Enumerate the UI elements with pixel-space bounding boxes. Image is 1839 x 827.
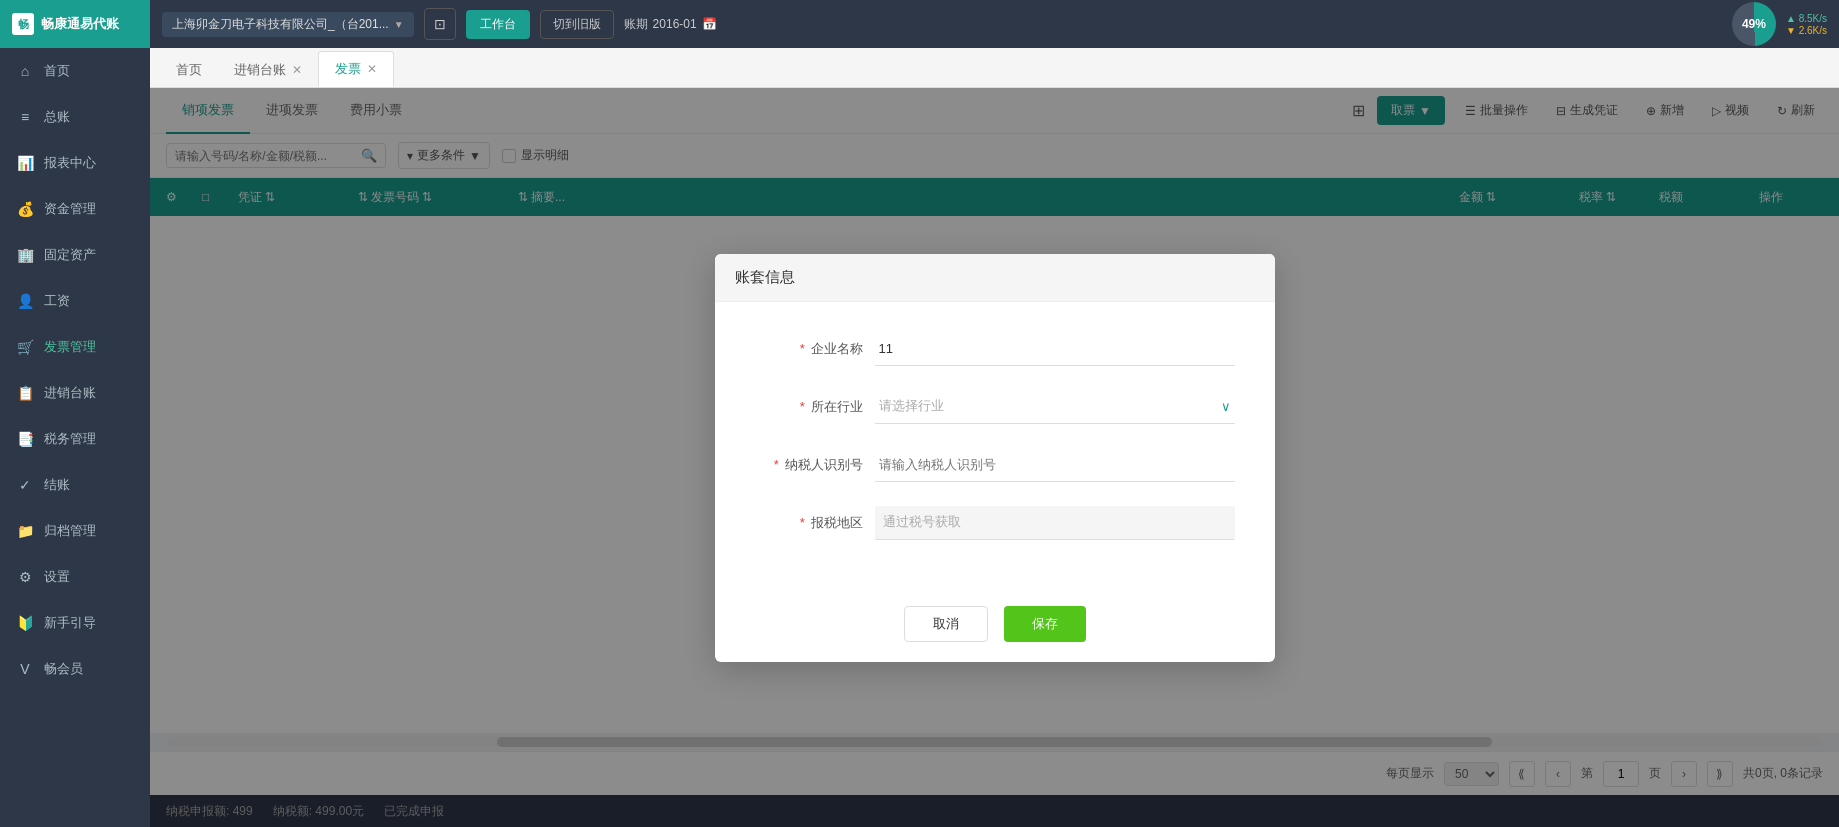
- industry-label: * 所在行业: [755, 398, 875, 416]
- sidebar-item-label: 新手引导: [44, 614, 96, 632]
- sidebar-item-label: 工资: [44, 292, 70, 310]
- sidebar-item-label: 报表中心: [44, 154, 96, 172]
- tab-home-label: 首页: [176, 61, 202, 79]
- sidebar-item-assets[interactable]: 🏢 固定资产: [0, 232, 150, 278]
- company-selector[interactable]: 上海卯金刀电子科技有限公司_（台201... ▼: [162, 12, 414, 37]
- sidebar-item-archive[interactable]: 📁 归档管理: [0, 508, 150, 554]
- tab-close-icon[interactable]: ✕: [292, 63, 302, 77]
- sidebar-nav: ⌂ 首页 ≡ 总账 📊 报表中心 💰 资金管理 🏢 固定资产 👤 工资 🛒 发票…: [0, 48, 150, 827]
- print-icon: ⊡: [434, 16, 446, 32]
- sidebar-item-sales-ledger[interactable]: 📋 进销台账: [0, 370, 150, 416]
- guide-icon: 🔰: [16, 615, 34, 631]
- company-name: 上海卯金刀电子科技有限公司_（台201...: [172, 16, 389, 33]
- tab-invoice[interactable]: 发票 ✕: [318, 51, 394, 87]
- sidebar-item-label: 固定资产: [44, 246, 96, 264]
- industry-select[interactable]: 请选择行业 ∨: [875, 390, 1235, 424]
- content-area: 销项发票 进项发票 费用小票 ⊞ 取票 ▼ ☰ 批量操作 ⊟: [150, 88, 1839, 827]
- sidebar-item-label: 畅会员: [44, 660, 83, 678]
- app-name: 畅康通易代账: [41, 15, 119, 33]
- form-row-tax-region: * 报税地区 通过税号获取: [755, 506, 1235, 540]
- tabs-bar: 首页 进销台账 ✕ 发票 ✕: [150, 48, 1839, 88]
- tax-id-input[interactable]: [875, 448, 1235, 482]
- top-header: 上海卯金刀电子科技有限公司_（台201... ▼ ⊡ 工作台 切到旧版 账期 2…: [150, 0, 1839, 48]
- sales-ledger-icon: 📋: [16, 385, 34, 401]
- sidebar-item-vip[interactable]: V 畅会员: [0, 646, 150, 692]
- tax-region-input: 通过税号获取: [875, 506, 1235, 540]
- home-icon: ⌂: [16, 63, 34, 79]
- modal-footer: 取消 保存: [715, 594, 1275, 662]
- modal-body: * 企业名称 * 所在行业 请选择行业 ∨: [715, 302, 1275, 594]
- close-period-icon: ✓: [16, 477, 34, 493]
- download-speed: ▼ 2.6K/s: [1786, 25, 1827, 36]
- period-value: 2016-01: [653, 17, 697, 31]
- cancel-button[interactable]: 取消: [904, 606, 988, 642]
- invoice-icon: 🛒: [16, 339, 34, 355]
- sidebar-item-label: 发票管理: [44, 338, 96, 356]
- tab-home[interactable]: 首页: [160, 53, 218, 87]
- form-row-company-name: * 企业名称: [755, 332, 1235, 366]
- company-name-label: * 企业名称: [755, 340, 875, 358]
- form-row-tax-id: * 纳税人识别号: [755, 448, 1235, 482]
- industry-placeholder: 请选择行业: [879, 397, 944, 415]
- progress-pct: 49%: [1742, 17, 1766, 31]
- modal-title: 账套信息: [715, 254, 1275, 302]
- tab-close-icon[interactable]: ✕: [367, 62, 377, 76]
- sidebar-item-label: 结账: [44, 476, 70, 494]
- sidebar-item-ledger[interactable]: ≡ 总账: [0, 94, 150, 140]
- settings-icon: ⚙: [16, 569, 34, 585]
- sidebar-item-home[interactable]: ⌂ 首页: [0, 48, 150, 94]
- sidebar-item-label: 首页: [44, 62, 70, 80]
- network-speed: ▲ 8.5K/s ▼ 2.6K/s: [1786, 13, 1827, 36]
- modal-overlay: 账套信息 * 企业名称 * 所在行: [150, 88, 1839, 827]
- progress-circle: 49%: [1732, 2, 1776, 46]
- sidebar-item-payroll[interactable]: 👤 工资: [0, 278, 150, 324]
- tax-icon: 📑: [16, 431, 34, 447]
- sidebar-item-funds[interactable]: 💰 资金管理: [0, 186, 150, 232]
- sidebar-item-guide[interactable]: 🔰 新手引导: [0, 600, 150, 646]
- vip-icon: V: [16, 661, 34, 677]
- tab-sales-label: 进销台账: [234, 61, 286, 79]
- archive-icon: 📁: [16, 523, 34, 539]
- sidebar-item-label: 设置: [44, 568, 70, 586]
- tab-invoice-label: 发票: [335, 60, 361, 78]
- calendar-icon: 📅: [702, 17, 717, 31]
- assets-icon: 🏢: [16, 247, 34, 263]
- app-logo: 畅 畅康通易代账: [0, 0, 150, 48]
- sidebar-item-label: 资金管理: [44, 200, 96, 218]
- workbench-button[interactable]: 工作台: [466, 10, 530, 39]
- sidebar-item-settings[interactable]: ⚙ 设置: [0, 554, 150, 600]
- sidebar-item-label: 税务管理: [44, 430, 96, 448]
- sidebar-item-close[interactable]: ✓ 结账: [0, 462, 150, 508]
- sidebar-item-label: 进销台账: [44, 384, 96, 402]
- print-button[interactable]: ⊡: [424, 8, 456, 40]
- period-display: 账期 2016-01 📅: [624, 16, 717, 33]
- company-name-input[interactable]: [875, 332, 1235, 366]
- sidebar-item-invoice[interactable]: 🛒 发票管理: [0, 324, 150, 370]
- sidebar-item-label: 总账: [44, 108, 70, 126]
- main-area: 上海卯金刀电子科技有限公司_（台201... ▼ ⊡ 工作台 切到旧版 账期 2…: [150, 0, 1839, 827]
- funds-icon: 💰: [16, 201, 34, 217]
- sidebar-item-label: 归档管理: [44, 522, 96, 540]
- period-text: 账期: [624, 16, 648, 33]
- reports-icon: 📊: [16, 155, 34, 171]
- ledger-icon: ≡: [16, 109, 34, 125]
- tax-id-label: * 纳税人识别号: [755, 456, 875, 474]
- tax-region-label: * 报税地区: [755, 514, 875, 532]
- sidebar-item-reports[interactable]: 📊 报表中心: [0, 140, 150, 186]
- company-dropdown-icon: ▼: [394, 19, 404, 30]
- save-button[interactable]: 保存: [1004, 606, 1086, 642]
- sidebar-item-tax[interactable]: 📑 税务管理: [0, 416, 150, 462]
- chevron-down-icon: ∨: [1221, 399, 1231, 414]
- tab-sales-ledger[interactable]: 进销台账 ✕: [218, 53, 318, 87]
- payroll-icon: 👤: [16, 293, 34, 309]
- account-info-modal: 账套信息 * 企业名称 * 所在行: [715, 254, 1275, 662]
- switch-old-version-button[interactable]: 切到旧版: [540, 10, 614, 39]
- upload-speed: ▲ 8.5K/s: [1786, 13, 1827, 24]
- logo-icon: 畅: [12, 13, 34, 35]
- sidebar: 畅 畅康通易代账 ⌂ 首页 ≡ 总账 📊 报表中心 💰 资金管理 🏢 固定资产 …: [0, 0, 150, 827]
- form-row-industry: * 所在行业 请选择行业 ∨: [755, 390, 1235, 424]
